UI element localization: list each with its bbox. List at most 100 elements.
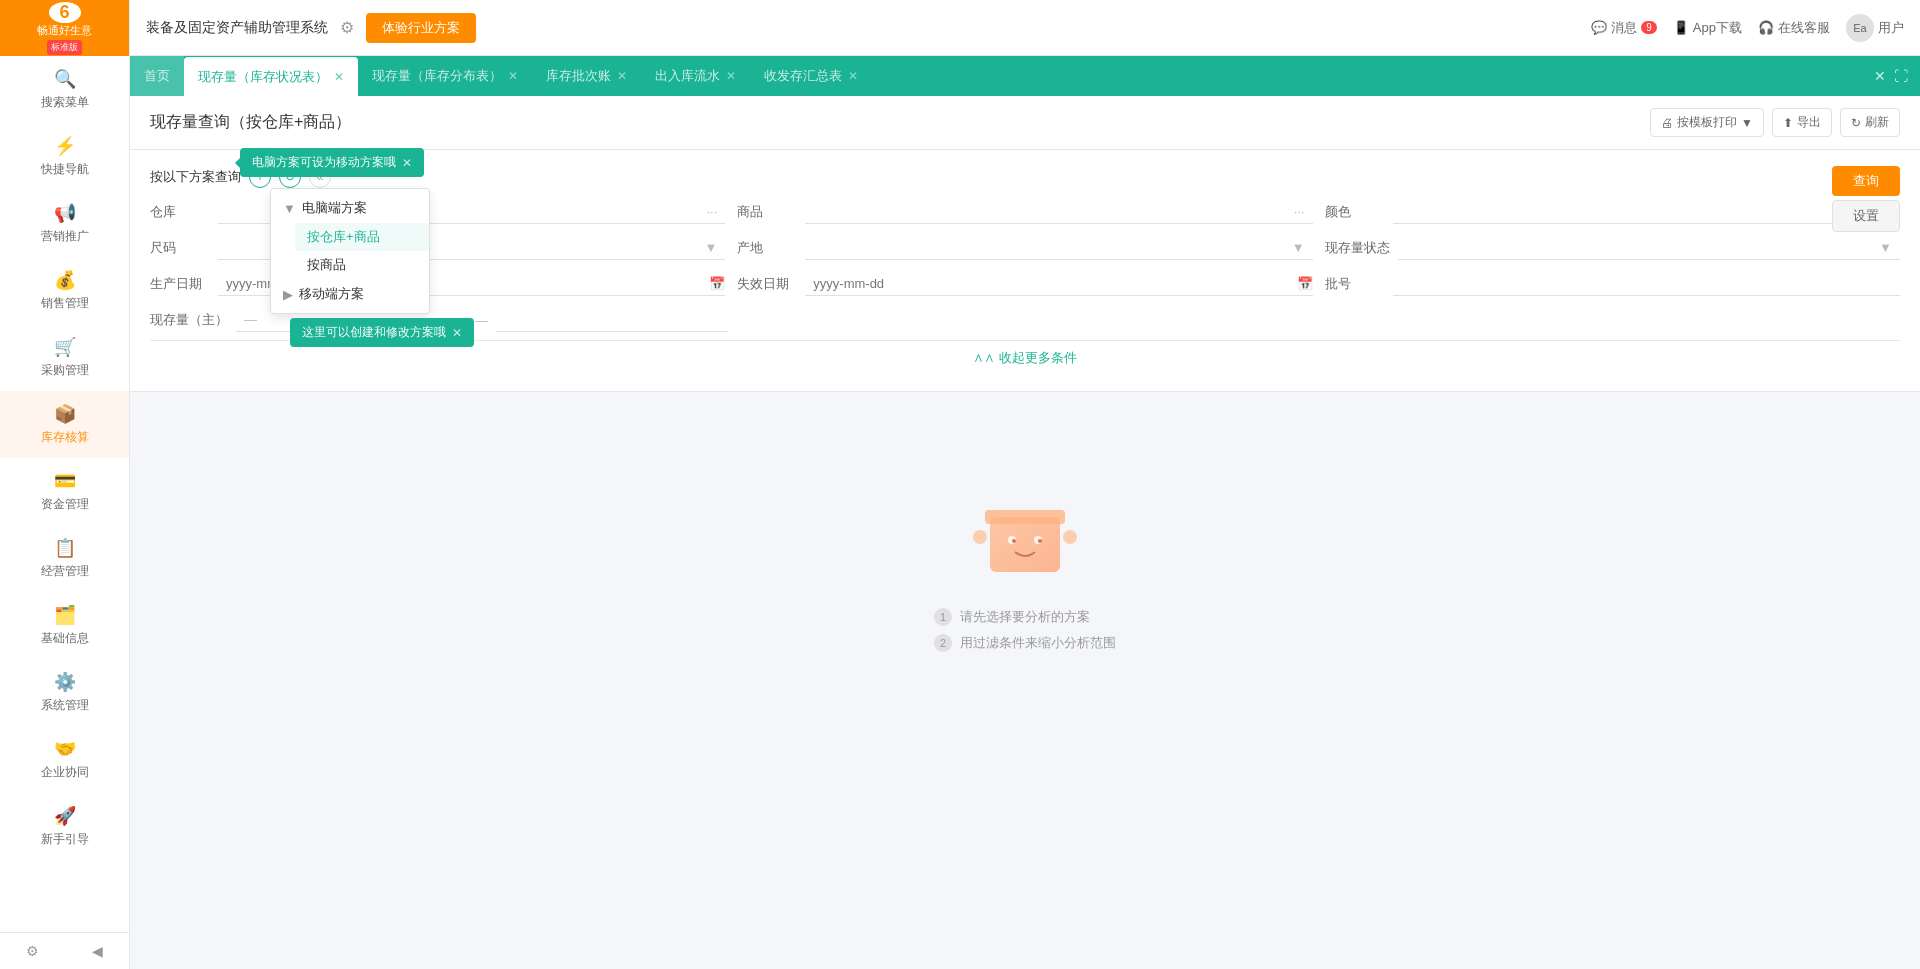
sidebar-item-guide[interactable]: 🚀 新手引导 (0, 793, 129, 860)
settings-btn[interactable]: ⚙ (26, 943, 39, 959)
produce-date-label: 生产日期 (150, 275, 210, 293)
export-icon: ⬆ (1783, 116, 1793, 130)
batch-input[interactable] (1393, 272, 1900, 296)
tab-stock-dist[interactable]: 现存量（库存分布表） ✕ (358, 56, 532, 96)
search-btn[interactable]: 查询 (1832, 166, 1900, 196)
desktop-sub-schemes: 按仓库+商品 按商品 (271, 223, 429, 279)
filter-field-stock-status: 现存量状态 ▼ (1325, 236, 1900, 260)
phone-icon: 📱 (1673, 20, 1689, 35)
scheme-panel: ▼ 电脑端方案 按仓库+商品 按商品 ▶ 移动端方案 (270, 188, 430, 314)
expire-date-start[interactable] (805, 272, 1294, 295)
refresh-btn[interactable]: ↻ 刷新 (1840, 108, 1900, 137)
scheme-tooltip-close[interactable]: ✕ (402, 156, 412, 170)
stock-qty-max[interactable] (496, 308, 727, 332)
sidebar-item-finance[interactable]: 💳 资金管理 (0, 458, 129, 525)
industry-btn[interactable]: 体验行业方案 (366, 13, 476, 43)
expire-date-calendar[interactable]: 📅 (1297, 276, 1313, 291)
sidebar-item-operations[interactable]: 📋 经营管理 (0, 525, 129, 592)
sidebar-item-purchase[interactable]: 🛒 采购管理 (0, 324, 129, 391)
user-menu[interactable]: Ea 用户 (1846, 14, 1904, 42)
tab-stock-dist-close[interactable]: ✕ (508, 69, 518, 83)
tab-batch-close[interactable]: ✕ (617, 69, 627, 83)
message-btn[interactable]: 💬 消息 9 (1591, 19, 1657, 37)
mobile-scheme-item[interactable]: ▶ 移动端方案 (271, 279, 429, 309)
product-select[interactable]: ··· (805, 200, 1312, 224)
sidebar-item-inventory[interactable]: 📦 库存核算 (0, 391, 129, 458)
sidebar-item-enterprise[interactable]: 🤝 企业协同 (0, 726, 129, 793)
expire-date-label: 失效日期 (737, 275, 797, 293)
print-icon: 🖨 (1661, 116, 1673, 130)
collapse-label: 收起更多条件 (999, 350, 1077, 365)
headset-icon: 🎧 (1758, 20, 1774, 35)
stock-qty-label: 现存量（主） (150, 311, 228, 329)
warehouse-dots: ··· (706, 204, 717, 219)
sub-scheme-warehouse[interactable]: 按仓库+商品 (295, 223, 429, 251)
print-dropdown-icon: ▼ (1741, 116, 1753, 130)
tabbar-actions: ✕ ⛶ (1874, 68, 1920, 84)
filter-field-origin: 产地 ▼ (737, 236, 1312, 260)
sidebar-item-system[interactable]: ⚙️ 系统管理 (0, 659, 129, 726)
tab-summary[interactable]: 收发存汇总表 ✕ (750, 56, 872, 96)
export-btn[interactable]: ⬆ 导出 (1772, 108, 1832, 137)
user-avatar: Ea (1846, 14, 1874, 42)
sidebar-item-label: 销售管理 (41, 295, 89, 312)
system-icon: ⚙️ (54, 671, 76, 693)
color-label: 颜色 (1325, 203, 1385, 221)
empty-illustration (965, 472, 1085, 592)
setting-btn[interactable]: 设置 (1832, 200, 1900, 232)
system-title: 装备及固定资产辅助管理系统 (146, 19, 328, 37)
app-download-btn[interactable]: 📱 App下载 (1673, 19, 1742, 37)
sidebar-item-label: 新手引导 (41, 831, 89, 848)
desktop-scheme-item[interactable]: ▼ 电脑端方案 (271, 193, 429, 223)
online-support-btn[interactable]: 🎧 在线客服 (1758, 19, 1830, 37)
tab-summary-close[interactable]: ✕ (848, 69, 858, 83)
tab-batch-label: 库存批次账 (546, 67, 611, 85)
stock-status-select[interactable]: ▼ (1398, 236, 1900, 260)
svg-point-6 (973, 530, 987, 544)
action-buttons: 查询 设置 (1832, 166, 1900, 232)
sidebar-item-marketing[interactable]: 📢 营销推广 (0, 190, 129, 257)
step-1-text: 请先选择要分析的方案 (960, 608, 1090, 626)
svg-point-7 (1063, 530, 1077, 544)
product-label: 商品 (737, 203, 797, 221)
scheme-tooltip: 电脑方案可设为移动方案哦 ✕ (240, 148, 424, 177)
tab-stock-dist-label: 现存量（库存分布表） (372, 67, 502, 85)
app-name: 畅通好生意 (37, 23, 92, 38)
step-2-text: 用过滤条件来缩小分析范围 (960, 634, 1116, 652)
scheme-edit-tooltip-close[interactable]: ✕ (452, 326, 462, 340)
tab-batch[interactable]: 库存批次账 ✕ (532, 56, 641, 96)
filter-field-color: 颜色 ▼ (1325, 200, 1900, 224)
tab-stock-status[interactable]: 现存量（库存状况表） ✕ (184, 57, 358, 97)
tab-stock-status-close[interactable]: ✕ (334, 70, 344, 84)
print-btn[interactable]: 🖨 按模板打印 ▼ (1650, 108, 1764, 137)
sales-icon: 💰 (54, 269, 76, 291)
scheme-edit-tooltip: 这里可以创建和修改方案哦 ✕ (290, 318, 474, 347)
filter-field-product: 商品 ··· (737, 200, 1312, 224)
sidebar-item-search[interactable]: 🔍 搜索菜单 (0, 56, 129, 123)
topbar-settings-icon[interactable]: ⚙ (340, 18, 354, 37)
origin-select[interactable]: ▼ (805, 236, 1312, 260)
search-icon: 🔍 (54, 68, 76, 90)
sidebar-item-label: 快捷导航 (41, 161, 89, 178)
svg-point-5 (1038, 539, 1042, 543)
sidebar-item-quicknav[interactable]: ⚡ 快捷导航 (0, 123, 129, 190)
close-all-icon[interactable]: ✕ (1874, 68, 1886, 84)
collapse-btn[interactable]: ◀ (92, 943, 103, 959)
sub-scheme-product[interactable]: 按商品 (295, 251, 429, 279)
sidebar-item-label: 搜索菜单 (41, 94, 89, 111)
tab-inout[interactable]: 出入库流水 ✕ (641, 56, 750, 96)
fullscreen-icon[interactable]: ⛶ (1894, 68, 1908, 84)
sidebar-item-basic[interactable]: 🗂️ 基础信息 (0, 592, 129, 659)
enterprise-icon: 🤝 (54, 738, 76, 760)
page-header: 现存量查询（按仓库+商品） 🖨 按模板打印 ▼ ⬆ 导出 ↻ 刷新 (130, 96, 1920, 150)
scheme-tooltip-text: 电脑方案可设为移动方案哦 (252, 154, 396, 171)
tab-home[interactable]: 首页 (130, 56, 184, 96)
mobile-scheme-label: 移动端方案 (299, 285, 364, 303)
purchase-icon: 🛒 (54, 336, 76, 358)
sidebar-item-sales[interactable]: 💰 销售管理 (0, 257, 129, 324)
produce-date-calendar[interactable]: 📅 (709, 276, 725, 291)
tab-summary-label: 收发存汇总表 (764, 67, 842, 85)
tab-inout-close[interactable]: ✕ (726, 69, 736, 83)
filter-field-warehouse: 仓库 ··· (150, 200, 725, 224)
color-select[interactable]: ▼ (1393, 200, 1900, 224)
